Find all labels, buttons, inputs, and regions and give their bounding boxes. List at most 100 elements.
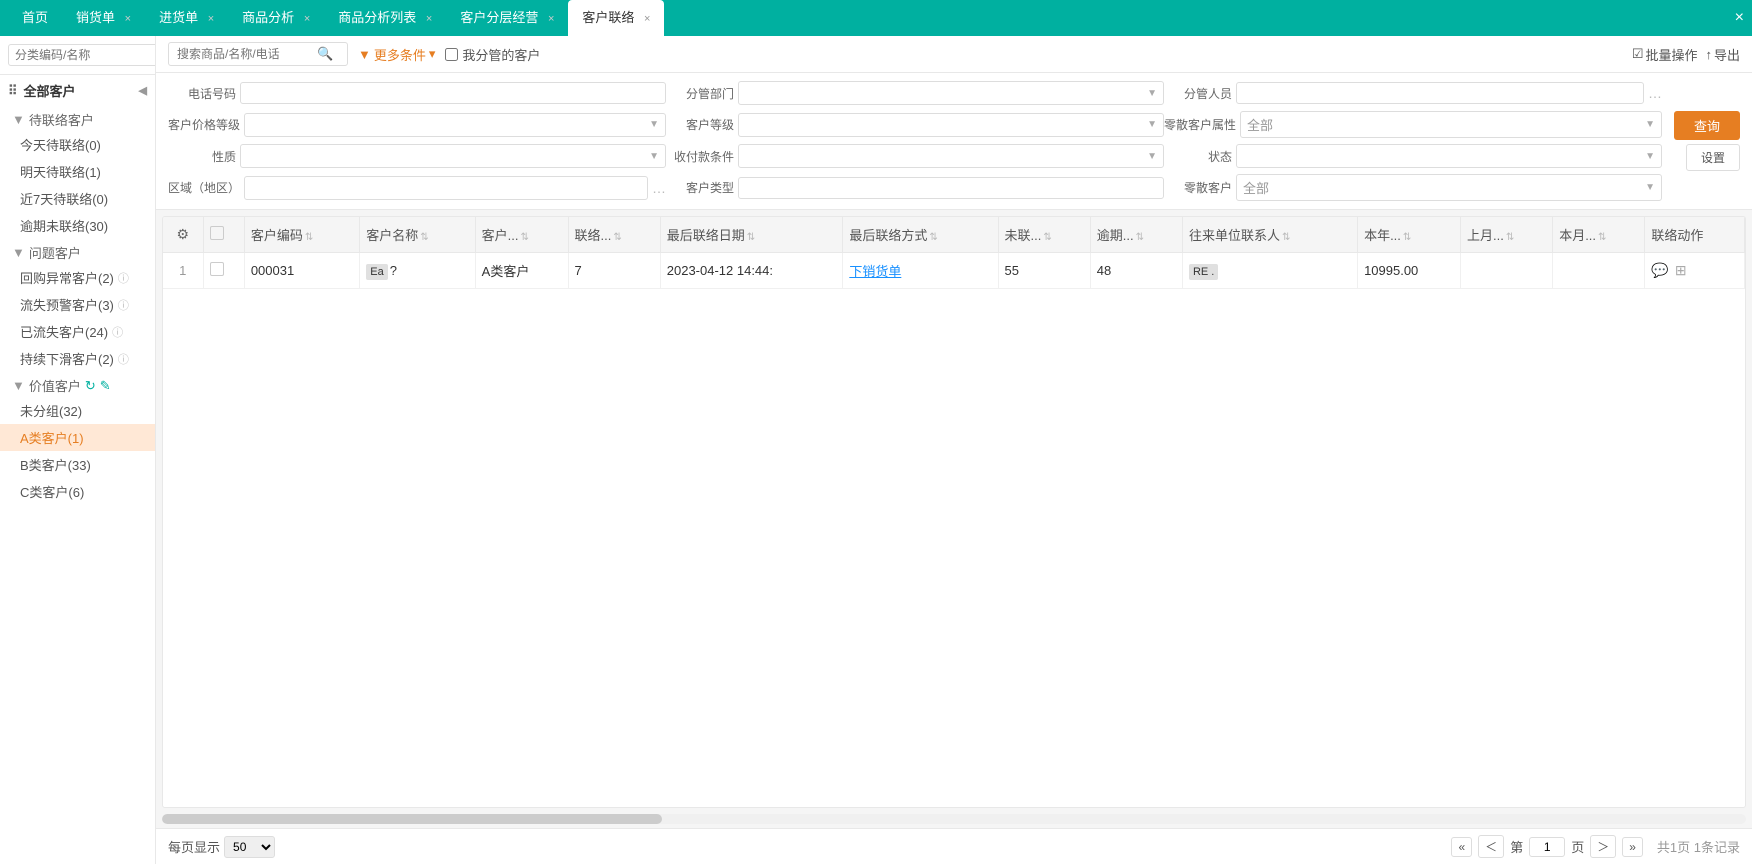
info-icon-3: ⓘ (112, 324, 123, 340)
sidebar-item-c-class[interactable]: C类客户(6) (0, 478, 155, 505)
scrollbar-thumb[interactable] (162, 814, 662, 824)
filter-input-phone[interactable] (240, 82, 666, 104)
th-lastmonth[interactable]: 上月...⇅ (1460, 217, 1552, 253)
th-thisyear[interactable]: 本年...⇅ (1358, 217, 1461, 253)
edit-icon[interactable]: ✎ (100, 378, 111, 394)
nav-tab-customer-tier[interactable]: 客户分层经营 × (446, 0, 568, 36)
dots-icon-person[interactable]: … (1648, 85, 1662, 101)
nav-tab-customer-tier-close[interactable]: × (548, 13, 554, 25)
filter-more-button[interactable]: ▼ 更多条件 ▾ (358, 45, 435, 64)
my-customers-checkbox-label[interactable]: 我分管的客户 (445, 45, 540, 64)
th-lastmethod[interactable]: 最后联络方式⇅ (843, 217, 998, 253)
th-type[interactable]: 客户...⇅ (475, 217, 568, 253)
sort-icon-type: ⇅ (521, 232, 529, 243)
sidebar-item-tomorrow[interactable]: 明天待联络(1) (0, 158, 155, 185)
group-arrow-icon-2: ▼ (12, 245, 25, 260)
filter-search-icon[interactable]: 🔍 (317, 46, 333, 62)
sidebar-item-declining[interactable]: 持续下滑客户(2) ⓘ (0, 345, 155, 372)
prev-page-button[interactable]: ＜ (1478, 835, 1504, 858)
th-lastdate[interactable]: 最后联络日期⇅ (660, 217, 843, 253)
filter-search-input[interactable] (177, 47, 317, 61)
filter-row-sparse-customer: 零散客户 全部 ▼ (1164, 174, 1662, 201)
last-page-button[interactable]: » (1622, 837, 1643, 857)
filter-row-region: 区域（地区） … (168, 176, 666, 200)
nav-tab-purchase[interactable]: 进货单 × (145, 0, 228, 36)
nav-tab-purchase-close[interactable]: × (208, 13, 214, 25)
cell-checkbox[interactable] (203, 253, 244, 289)
next-page-button[interactable]: ＞ (1590, 835, 1616, 858)
collapse-icon[interactable]: ◀ (139, 84, 147, 97)
th-thismonth[interactable]: 本月...⇅ (1553, 217, 1645, 253)
filter-select-nature[interactable]: ▼ (240, 144, 666, 168)
nav-tab-analysis[interactable]: 商品分析 × (228, 0, 324, 36)
last-method-link[interactable]: 下销货单 (849, 264, 901, 279)
th-uncontact[interactable]: 未联...⇅ (998, 217, 1090, 253)
nav-tab-sales-close[interactable]: × (125, 13, 131, 25)
sidebar-item-churn-warning[interactable]: 流失预警客户(3) ⓘ (0, 291, 155, 318)
first-page-button[interactable]: « (1451, 837, 1472, 857)
grid-action-icon[interactable]: ⊞ (1675, 262, 1687, 279)
batch-op-label: 批量操作 (1645, 45, 1697, 64)
cell-lastmethod[interactable]: 下销货单 (843, 253, 998, 289)
filter-input-customer-type[interactable] (738, 177, 1164, 199)
th-contact2[interactable]: 往来单位联系人⇅ (1182, 217, 1357, 253)
sidebar-item-repurchase-abnormal[interactable]: 回购异常客户(2) ⓘ (0, 264, 155, 291)
sidebar-all-customers-header[interactable]: ⠿ 全部客户 ◀ (0, 75, 155, 106)
filter-select-dept[interactable]: ▼ (738, 81, 1164, 105)
query-button[interactable]: 查询 (1674, 111, 1740, 140)
batch-op-button[interactable]: ☑ 批量操作 (1632, 45, 1698, 64)
sidebar-search-input[interactable] (8, 44, 156, 66)
filter-select-payment[interactable]: ▼ (738, 144, 1164, 168)
filter-row-payment: 收付款条件 ▼ (666, 144, 1164, 168)
settings-button[interactable]: 设置 (1686, 144, 1740, 171)
nav-tab-customer-contact[interactable]: 客户联络 × (568, 0, 664, 36)
nav-tab-home[interactable]: 首页 (8, 0, 62, 36)
sidebar-group-problem: ▼ 问题客户 (0, 239, 155, 264)
nav-tab-customer-contact-close[interactable]: × (644, 13, 650, 25)
sidebar-item-c-class-label: C类客户(6) (20, 482, 84, 501)
filter-select-price-level[interactable]: ▼ (244, 113, 666, 137)
filter-select-customer-level[interactable]: ▼ (738, 113, 1164, 137)
comment-icon[interactable]: 💬 (1651, 262, 1668, 279)
sidebar-item-b-class[interactable]: B类客户(33) (0, 451, 155, 478)
info-icon-2: ⓘ (118, 297, 129, 313)
dots-icon-region[interactable]: … (652, 180, 666, 196)
th-contact[interactable]: 联络...⇅ (568, 217, 660, 253)
sidebar-item-churned[interactable]: 已流失客户(24) ⓘ (0, 318, 155, 345)
th-checkbox[interactable] (203, 217, 244, 253)
export-button[interactable]: ↑ 导出 (1705, 45, 1740, 64)
nav-tab-analysis-list[interactable]: 商品分析列表 × (324, 0, 446, 36)
per-page-select[interactable]: 50 100 200 (224, 836, 275, 858)
row-checkbox[interactable] (210, 262, 224, 276)
sidebar-item-ungrouped[interactable]: 未分组(32) (0, 397, 155, 424)
filter-select-status[interactable]: ▼ (1236, 144, 1662, 168)
filter-select-sparse-customer[interactable]: 全部 ▼ (1236, 174, 1662, 201)
filter-select-sparse-attr[interactable]: 全部 ▼ (1240, 111, 1662, 138)
my-customers-checkbox[interactable] (445, 48, 458, 61)
page-number-input[interactable] (1529, 837, 1565, 857)
nav-tab-analysis-close[interactable]: × (304, 13, 310, 25)
nav-tab-sales[interactable]: 销货单 × (62, 0, 145, 36)
sidebar-item-today[interactable]: 今天待联络(0) (0, 131, 155, 158)
th-name[interactable]: 客户名称⇅ (360, 217, 475, 253)
sidebar-item-7days[interactable]: 近7天待联络(0) (0, 185, 155, 212)
nav-tab-analysis-list-close[interactable]: × (426, 13, 432, 25)
th-settings[interactable]: ⚙ (163, 217, 203, 253)
close-all-button[interactable]: × (1735, 9, 1744, 27)
th-overdue[interactable]: 逾期...⇅ (1090, 217, 1182, 253)
horizontal-scrollbar[interactable] (162, 814, 1746, 824)
sidebar-item-ungrouped-label: 未分组(32) (20, 401, 82, 420)
filter-select-region[interactable] (244, 176, 648, 200)
th-code[interactable]: 客户编码⇅ (244, 217, 359, 253)
group-label-pending: 待联络客户 (29, 110, 94, 129)
sidebar-group-value: ▼ 价值客户 ↻ ✎ (0, 372, 155, 397)
nav-tab-sales-label: 销货单 (76, 10, 115, 25)
cell-lastmonth (1460, 253, 1552, 289)
select-all-checkbox[interactable] (210, 226, 224, 240)
refresh-icon[interactable]: ↻ (85, 378, 96, 394)
cell-name: Ea? (360, 253, 475, 289)
sidebar-item-overdue[interactable]: 逾期未联络(30) (0, 212, 155, 239)
sidebar-item-a-class[interactable]: A类客户(1) (0, 424, 155, 451)
filter-input-person[interactable] (1236, 82, 1644, 104)
gear-settings-icon[interactable]: ⚙ (176, 226, 189, 242)
